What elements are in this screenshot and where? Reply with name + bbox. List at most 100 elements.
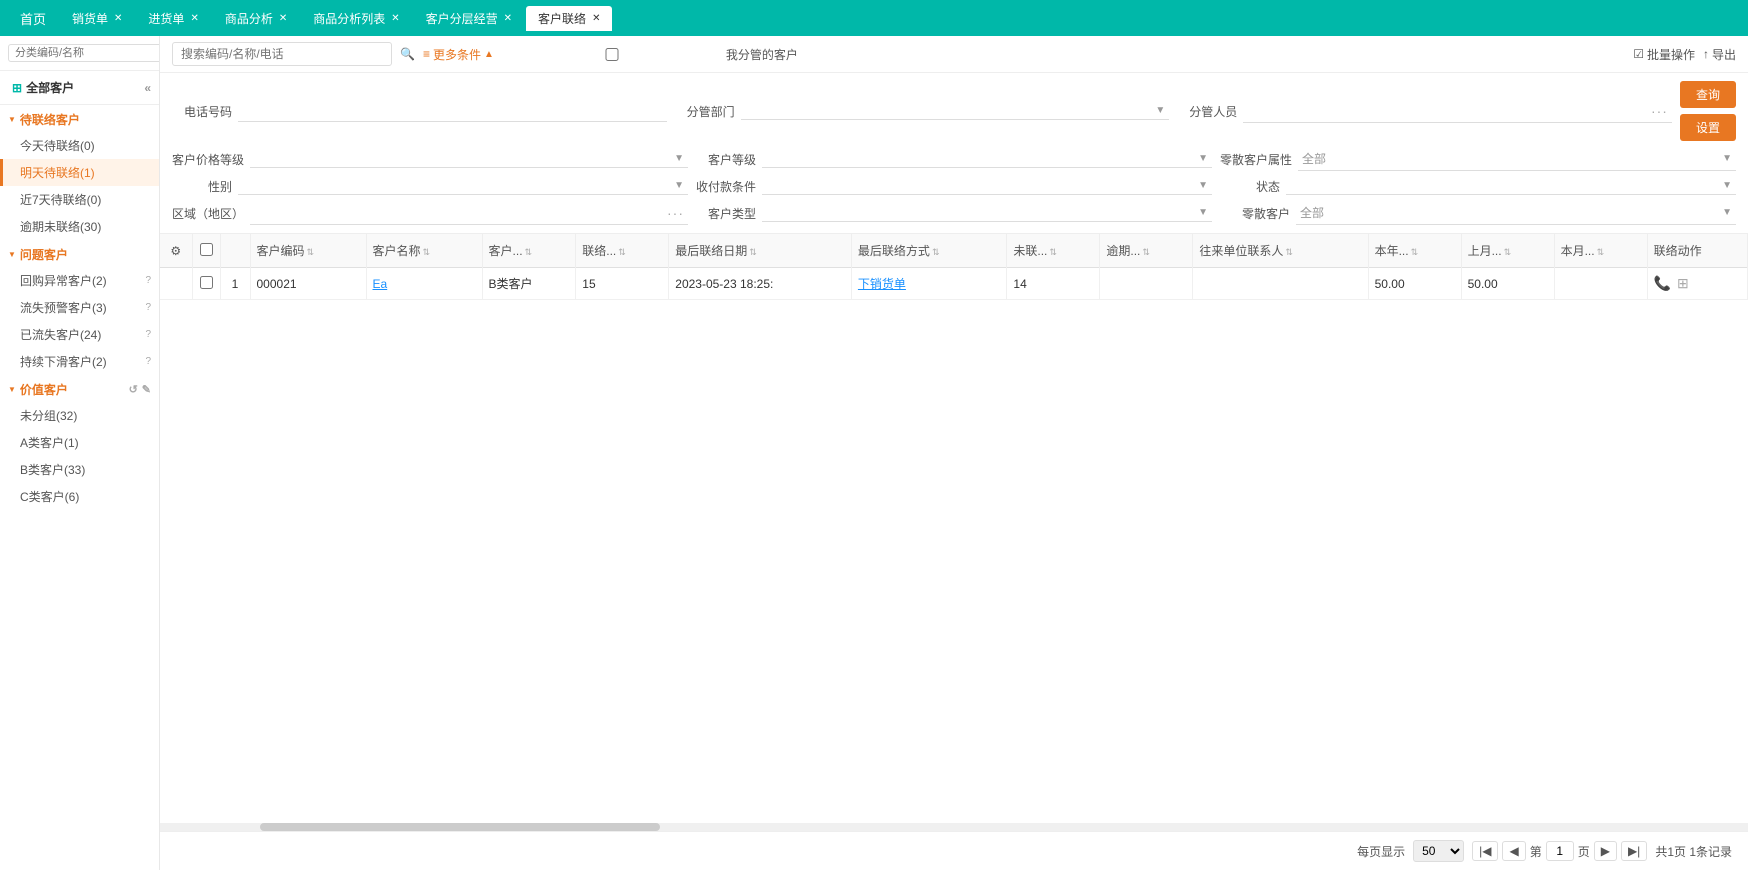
help-icon-2[interactable]: ? xyxy=(145,329,151,340)
my-customers-checkbox[interactable]: 我分管的客户 xyxy=(502,46,798,63)
not-contacted-col-header[interactable]: 未联...⇅ xyxy=(1007,234,1100,268)
region-input[interactable]: ··· xyxy=(250,202,688,225)
this-month-col-header[interactable]: 本月...⇅ xyxy=(1554,234,1647,268)
type-col-header[interactable]: 客户...⇅ xyxy=(482,234,576,268)
sidebar-item-overdue-contact[interactable]: 逾期未联络(30) xyxy=(0,213,159,240)
problem-section-header[interactable]: ▼ 问题客户 xyxy=(0,240,159,267)
customer-name-link[interactable]: Ea xyxy=(373,277,388,291)
code-col-header[interactable]: 客户编码⇅ xyxy=(250,234,366,268)
retail-customer-select[interactable]: 全部 ▼ xyxy=(1296,201,1736,225)
sidebar-item-7days-contact[interactable]: 近7天待联络(0) xyxy=(0,186,159,213)
sidebar-item-abnormal-repurchase[interactable]: 回购异常客户(2) ? xyxy=(0,267,159,294)
sidebar-item-churn-warning[interactable]: 流失预警客户(3) ? xyxy=(0,294,159,321)
dept-select[interactable]: ▼ xyxy=(741,102,1170,120)
horizontal-scrollbar[interactable] xyxy=(160,823,1748,831)
pending-section-header[interactable]: ▼ 待联络客户 xyxy=(0,105,159,132)
sidebar-item-declining[interactable]: 持续下滑客户(2) ? xyxy=(0,348,159,375)
search-input[interactable] xyxy=(172,42,392,66)
nav-sales[interactable]: 销货单 ✕ xyxy=(60,6,134,31)
help-icon-3[interactable]: ? xyxy=(145,356,151,367)
batch-icon: ☑ xyxy=(1633,47,1644,61)
retail-attr-select[interactable]: 全部 ▼ xyxy=(1298,147,1736,171)
row-select-checkbox[interactable] xyxy=(200,276,213,289)
sidebar-item-churned[interactable]: 已流失客户(24) ? xyxy=(0,321,159,348)
nav-home[interactable]: 首页 xyxy=(8,5,58,32)
page-input[interactable] xyxy=(1546,841,1574,861)
person-dots-icon[interactable]: ··· xyxy=(1651,103,1668,119)
nav-sales-close[interactable]: ✕ xyxy=(114,13,122,24)
payment-select[interactable]: ▼ xyxy=(762,177,1212,195)
gear-col-header[interactable]: ⚙ xyxy=(160,234,192,268)
this-year-col-header[interactable]: 本年...⇅ xyxy=(1368,234,1461,268)
gender-label: 性别 xyxy=(172,178,232,195)
more-conditions-btn[interactable]: ≡ 更多条件 ▲ xyxy=(423,46,494,63)
last-month-col-header[interactable]: 上月...⇅ xyxy=(1461,234,1554,268)
sidebar-item-today-contact[interactable]: 今天待联络(0) xyxy=(0,132,159,159)
sidebar: 🔍 ⊞ 全部客户 « ▼ 待联络客户 今天待联络(0) 明天待联络(1) 近7天… xyxy=(0,36,160,870)
last-contact-date-col-header[interactable]: 最后联络日期⇅ xyxy=(669,234,852,268)
price-level-dropdown-icon: ▼ xyxy=(674,153,684,164)
scrollbar-thumb[interactable] xyxy=(260,823,660,831)
collapse-icon[interactable]: « xyxy=(144,81,151,95)
nav-product-analysis-close[interactable]: ✕ xyxy=(279,13,287,24)
per-page-select[interactable]: 50 100 200 xyxy=(1413,840,1464,862)
filter-search-icon[interactable]: 🔍 xyxy=(400,47,415,61)
price-level-select[interactable]: ▼ xyxy=(250,150,688,168)
batch-op-btn[interactable]: ☑ 批量操作 xyxy=(1633,46,1695,63)
nav-product-analysis-list-close[interactable]: ✕ xyxy=(391,13,399,24)
row-action-phone-icon[interactable]: 📞 xyxy=(1654,275,1671,292)
sidebar-item-class-c[interactable]: C类客户(6) xyxy=(0,483,159,510)
total-records: 共1页 1条记录 xyxy=(1655,843,1732,860)
row-checkbox[interactable] xyxy=(192,268,220,300)
row-name[interactable]: Ea xyxy=(366,268,482,300)
dept-field: 分管部门 ▼ xyxy=(675,102,1170,120)
row-last-contact-method[interactable]: 下销货单 xyxy=(851,268,1006,300)
sidebar-item-ungrouped[interactable]: 未分组(32) xyxy=(0,402,159,429)
checkbox-col-header[interactable] xyxy=(192,234,220,268)
contact-method-link[interactable]: 下销货单 xyxy=(858,277,906,291)
row-action-grid-icon[interactable]: ⊞ xyxy=(1677,275,1689,292)
nav-purchase-close[interactable]: ✕ xyxy=(190,13,198,24)
export-btn[interactable]: ↑ 导出 xyxy=(1703,46,1736,63)
nav-purchase[interactable]: 进货单 ✕ xyxy=(136,6,210,31)
prev-page-btn[interactable]: ◀ xyxy=(1502,841,1525,861)
query-btn[interactable]: 查询 xyxy=(1680,81,1736,108)
refresh-icon[interactable]: ↺ xyxy=(129,383,138,396)
sidebar-item-class-a[interactable]: A类客户(1) xyxy=(0,429,159,456)
customer-type-select[interactable]: ▼ xyxy=(762,204,1212,222)
settings-btn[interactable]: 设置 xyxy=(1680,114,1736,141)
nav-customer-contact-close[interactable]: ✕ xyxy=(592,13,600,24)
gender-select[interactable]: ▼ xyxy=(238,177,688,195)
first-page-btn[interactable]: |◀ xyxy=(1472,841,1498,861)
edit-icon[interactable]: ✎ xyxy=(142,383,151,396)
sidebar-item-tomorrow-contact[interactable]: 明天待联络(1) xyxy=(0,159,159,186)
all-customers-item[interactable]: ⊞ 全部客户 « xyxy=(0,71,159,105)
sidebar-item-class-b[interactable]: B类客户(33) xyxy=(0,456,159,483)
customer-level-select[interactable]: ▼ xyxy=(762,150,1212,168)
help-icon-1[interactable]: ? xyxy=(145,302,151,313)
value-section-header[interactable]: ▼ 价值客户 ↺ ✎ xyxy=(0,375,159,402)
help-icon-0[interactable]: ? xyxy=(145,275,151,286)
next-page-btn[interactable]: ▶ xyxy=(1594,841,1617,861)
person-input[interactable]: ··· xyxy=(1243,100,1672,123)
nav-customer-segment-close[interactable]: ✕ xyxy=(504,13,512,24)
status-select[interactable]: ▼ xyxy=(1286,177,1736,195)
last-page-btn[interactable]: ▶| xyxy=(1621,841,1647,861)
name-col-header[interactable]: 客户名称⇅ xyxy=(366,234,482,268)
region-dots-icon[interactable]: ··· xyxy=(667,205,684,221)
overdue-col-header[interactable]: 逾期...⇅ xyxy=(1100,234,1193,268)
phone-input[interactable] xyxy=(238,101,667,122)
contact-col-header[interactable]: 联络...⇅ xyxy=(576,234,669,268)
sidebar-search-area: 🔍 xyxy=(0,36,159,71)
customer-level-field: 客户等级 ▼ xyxy=(696,150,1212,168)
select-all-checkbox[interactable] xyxy=(200,243,213,256)
nav-product-analysis-list[interactable]: 商品分析列表 ✕ xyxy=(301,6,411,31)
nav-customer-contact[interactable]: 客户联络 ✕ xyxy=(526,6,612,31)
my-customers-check[interactable] xyxy=(502,48,722,61)
company-contact-col-header[interactable]: 往来单位联系人⇅ xyxy=(1193,234,1368,268)
last-contact-method-col-header[interactable]: 最后联络方式⇅ xyxy=(851,234,1006,268)
nav-customer-segment[interactable]: 客户分层经营 ✕ xyxy=(414,6,524,31)
nav-product-analysis[interactable]: 商品分析 ✕ xyxy=(213,6,299,31)
retail-attr-label: 零散客户属性 xyxy=(1220,151,1292,168)
sidebar-search-input[interactable] xyxy=(8,44,160,62)
